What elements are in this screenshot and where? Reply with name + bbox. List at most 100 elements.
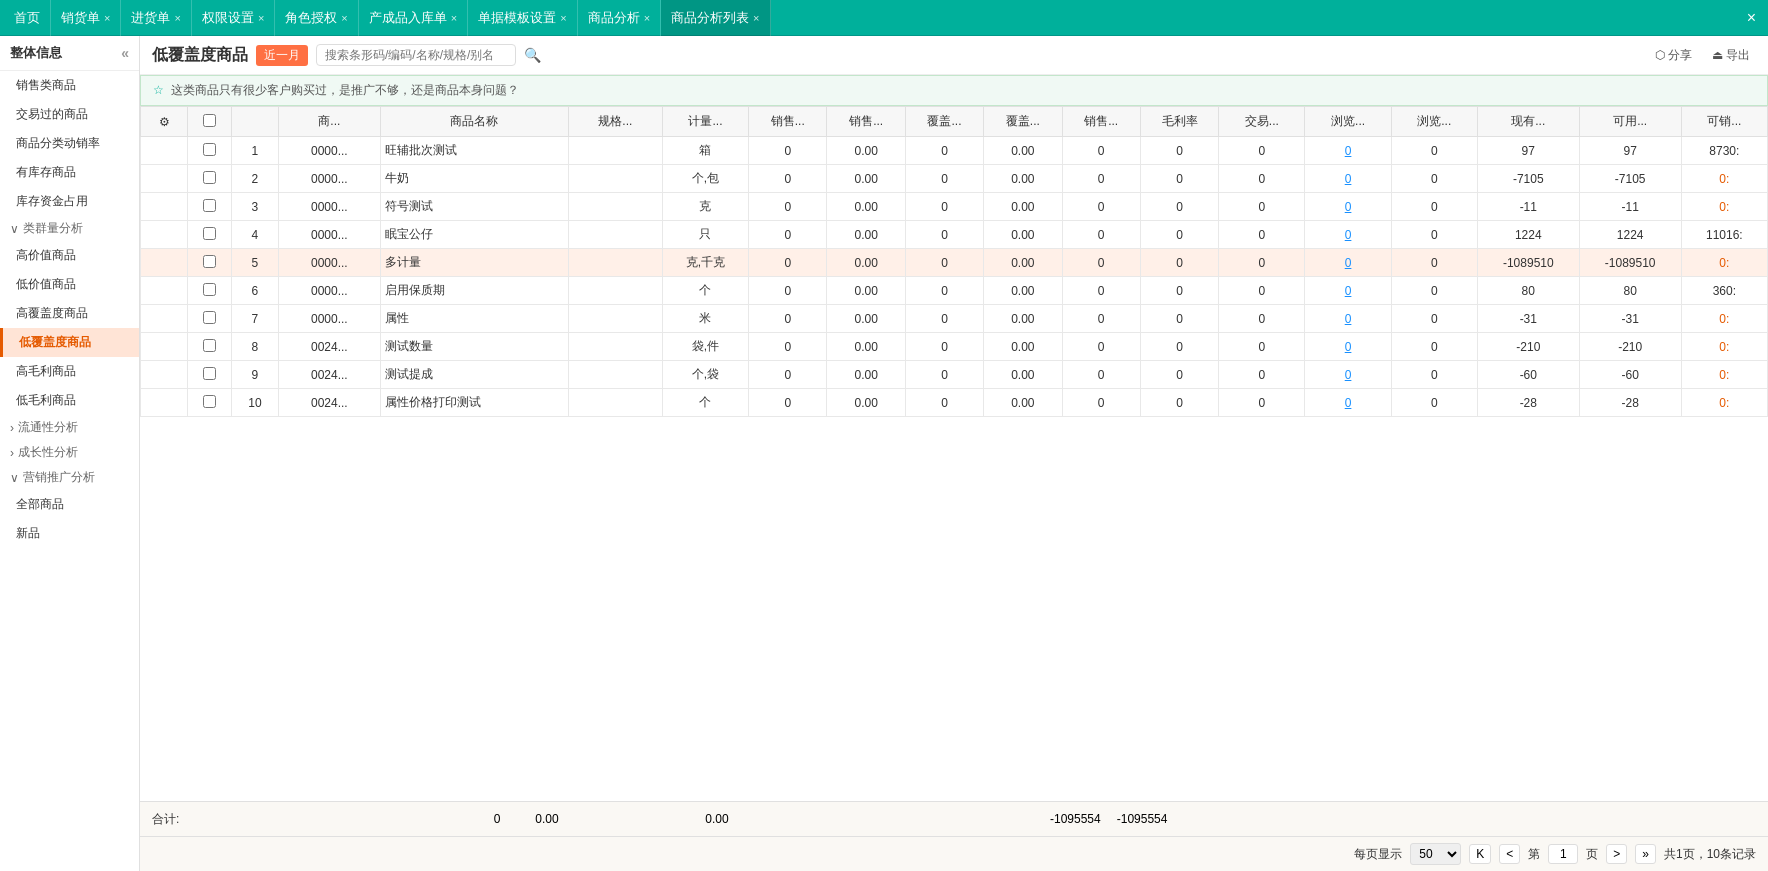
cell-trans: 0 [1219,193,1305,221]
cell-code: 0000... [278,277,380,305]
row-checkbox[interactable] [203,227,216,240]
sidebar-item-low-value[interactable]: 低价值商品 [0,270,139,299]
row-checkbox[interactable] [203,395,216,408]
nav-tab-purchase[interactable]: 进货单 × [121,0,191,36]
row-checkbox[interactable] [203,311,216,324]
sidebar-item-capital[interactable]: 库存资金占用 [0,187,139,216]
nav-tab-goods-analysis[interactable]: 商品分析 × [578,0,661,36]
search-input[interactable] [316,44,516,66]
cell-sales-amount: 0.00 [827,165,905,193]
prev-page-button[interactable]: < [1499,844,1520,864]
total-values: 0 0.00 0.00 -1095554 -1095554 [192,808,1756,830]
row-checkbox[interactable] [203,283,216,296]
sidebar-section-growth[interactable]: › 成长性分析 [0,440,139,465]
sidebar-item-all-goods[interactable]: 全部商品 [0,490,139,519]
total-sales-amount: 0.00 [522,808,572,830]
cell-name: 旺辅批次测试 [380,137,568,165]
search-icon[interactable]: 🔍 [524,47,541,63]
table-row: 100024...属性价格打印测试个00.0000.0000000-28-280… [141,389,1768,417]
table-row: 50000...多计量克,千克00.0000.0000000-1089510-1… [141,249,1768,277]
cell-stock2: 97 [1579,137,1681,165]
cell-no: 9 [231,361,278,389]
page-size-select[interactable]: 50 20 100 [1410,843,1461,865]
cell-browse2: 0 [1391,333,1477,361]
close-icon[interactable]: × [104,12,110,24]
nav-tab-finished-goods[interactable]: 产成品入库单 × [359,0,468,36]
close-icon[interactable]: × [258,12,264,24]
close-icon[interactable]: × [174,12,180,24]
nav-tab-template[interactable]: 单据模板设置 × [468,0,577,36]
nav-tab-permission[interactable]: 权限设置 × [192,0,275,36]
cell-spec [568,277,662,305]
column-sellable: 可销... [1681,107,1767,137]
row-checkbox[interactable] [203,367,216,380]
sidebar-section-marketing[interactable]: ∨ 营销推广分析 [0,465,139,490]
cell-gross-margin: 0 [1140,165,1218,193]
page-number-input[interactable] [1548,844,1578,864]
cell-cover1: 0 [905,277,983,305]
column-settings[interactable]: ⚙ [141,107,188,137]
cell-browse1: 0 [1305,221,1391,249]
sidebar-item-high-coverage[interactable]: 高覆盖度商品 [0,299,139,328]
content-area: 低覆盖度商品 近一月 🔍 ⬡ 分享 ⏏ 导出 ☆ 这类商品只有很少客户购买过，是… [140,36,1768,871]
cell-sales3: 0 [1062,277,1140,305]
close-icon[interactable]: × [451,12,457,24]
row-checkbox[interactable] [203,199,216,212]
next-page-button[interactable]: > [1606,844,1627,864]
select-all-checkbox[interactable] [203,114,216,127]
row-checkbox[interactable] [203,171,216,184]
cell-browse1: 0 [1305,389,1391,417]
nav-tab-home[interactable]: 首页 [4,0,51,36]
cell-sales-amount: 0.00 [827,193,905,221]
nav-tab-role[interactable]: 角色授权 × [275,0,358,36]
table-row: 80024...测试数量袋,件00.0000.0000000-210-2100: [141,333,1768,361]
cell-browse2: 0 [1391,277,1477,305]
cell-cover2: 0.00 [984,361,1062,389]
date-filter-button[interactable]: 近一月 [256,45,308,66]
share-button[interactable]: ⬡ 分享 [1649,45,1698,66]
sidebar-item-low-coverage[interactable]: 低覆盖度商品 [0,328,139,357]
cell-browse2: 0 [1391,249,1477,277]
cell-stock2: -28 [1579,389,1681,417]
cell-browse2: 0 [1391,165,1477,193]
window-close-button[interactable]: × [1739,9,1764,27]
cell-unit: 克,千克 [662,249,748,277]
sidebar-item-sales-goods[interactable]: 销售类商品 [0,71,139,100]
sidebar-item-high-value[interactable]: 高价值商品 [0,241,139,270]
nav-tab-sales[interactable]: 销货单 × [51,0,121,36]
sidebar-item-new-goods[interactable]: 新品 [0,519,139,548]
last-page-button[interactable]: » [1635,844,1656,864]
row-checkbox[interactable] [203,339,216,352]
cell-sales-qty: 0 [749,221,827,249]
cell-sellable: 11016: [1681,221,1767,249]
sidebar-item-category-rate[interactable]: 商品分类动销率 [0,129,139,158]
cell-gross-margin: 0 [1140,249,1218,277]
close-icon[interactable]: × [753,12,759,24]
cell-browse2: 0 [1391,389,1477,417]
close-icon[interactable]: × [560,12,566,24]
sidebar-section-cluster[interactable]: ∨ 类群量分析 [0,216,139,241]
sidebar-item-stocked-goods[interactable]: 有库存商品 [0,158,139,187]
sidebar-item-traded-goods[interactable]: 交易过的商品 [0,100,139,129]
cell-code: 0024... [278,389,380,417]
export-button[interactable]: ⏏ 导出 [1706,45,1756,66]
cell-sellable: 0: [1681,389,1767,417]
close-icon[interactable]: × [341,12,347,24]
sidebar-item-low-margin[interactable]: 低毛利商品 [0,386,139,415]
sidebar: 整体信息 « 销售类商品 交易过的商品 商品分类动销率 有库存商品 库存资金占用… [0,36,140,871]
sidebar-collapse-button[interactable]: « [121,45,129,61]
cell-browse1: 0 [1305,333,1391,361]
sidebar-item-high-margin[interactable]: 高毛利商品 [0,357,139,386]
first-page-button[interactable]: K [1469,844,1491,864]
cell-stock1: -1089510 [1477,249,1579,277]
cell-gross-margin: 0 [1140,221,1218,249]
close-icon[interactable]: × [644,12,650,24]
content-header: 低覆盖度商品 近一月 🔍 ⬡ 分享 ⏏ 导出 [140,36,1768,75]
column-checkbox[interactable] [188,107,232,137]
sidebar-section-circulation[interactable]: › 流通性分析 [0,415,139,440]
cell-sales-qty: 0 [749,389,827,417]
row-checkbox[interactable] [203,255,216,268]
cell-code: 0000... [278,165,380,193]
nav-tab-goods-analysis-list[interactable]: 商品分析列表 × [661,0,770,36]
row-checkbox[interactable] [203,143,216,156]
